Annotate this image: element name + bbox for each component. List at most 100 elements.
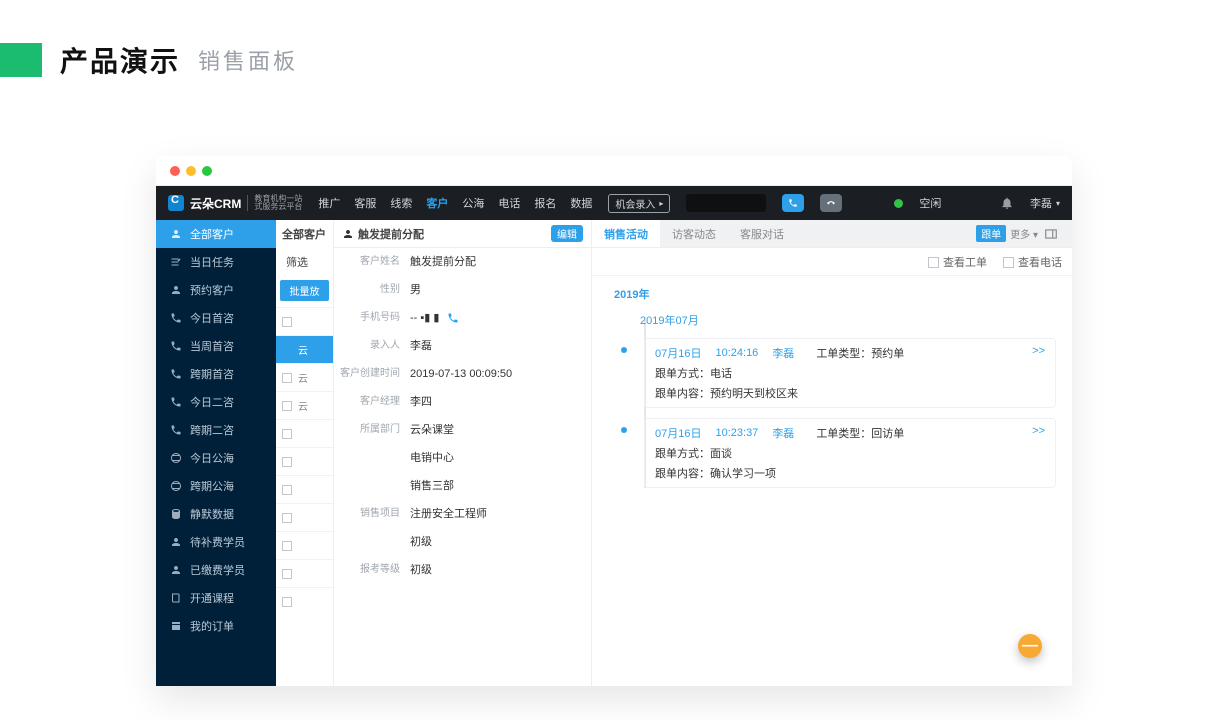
- tab-销售活动[interactable]: 销售活动: [592, 220, 660, 247]
- close-icon[interactable]: [170, 166, 180, 176]
- nav-item-推广[interactable]: 推广: [318, 195, 340, 211]
- sidebar-item-已缴费学员[interactable]: 已缴费学员: [156, 556, 276, 584]
- entry-row: 跟单内容：确认学习一项: [655, 465, 1045, 481]
- sidebar-item-label: 开通课程: [190, 590, 234, 606]
- checkbox[interactable]: [282, 457, 292, 467]
- nav-item-数据[interactable]: 数据: [570, 195, 592, 211]
- filter-查看工单[interactable]: 查看工单: [928, 254, 987, 270]
- sidebar-item-今日公海[interactable]: 今日公海: [156, 444, 276, 472]
- phone-icon: [170, 396, 182, 408]
- sidebar-item-开通课程[interactable]: 开通课程: [156, 584, 276, 612]
- checkbox[interactable]: [282, 373, 292, 383]
- checkbox[interactable]: [282, 317, 292, 327]
- follow-badge[interactable]: 跟单: [976, 225, 1006, 242]
- list-item[interactable]: [276, 587, 333, 615]
- checkbox[interactable]: [282, 597, 292, 607]
- sidebar-item-今日二咨[interactable]: 今日二咨: [156, 388, 276, 416]
- panel-icon[interactable]: [1044, 227, 1058, 241]
- globe-icon: [170, 480, 182, 492]
- nav-item-客服[interactable]: 客服: [354, 195, 376, 211]
- filter-查看电话[interactable]: 查看电话: [1003, 254, 1062, 270]
- sidebar-item-label: 当日任务: [190, 254, 234, 270]
- list-item[interactable]: [276, 559, 333, 587]
- tab-客服对话[interactable]: 客服对话: [728, 220, 796, 247]
- sidebar-item-跨期二咨[interactable]: 跨期二咨: [156, 416, 276, 444]
- sidebar-item-静默数据[interactable]: 静默数据: [156, 500, 276, 528]
- entry-header: 07月16日10:23:37李磊工单类型：回访单: [655, 425, 1045, 441]
- detail-label: 客户经理: [334, 394, 410, 410]
- checkbox[interactable]: [282, 401, 292, 411]
- maximize-icon[interactable]: [202, 166, 212, 176]
- sidebar-item-label: 跨期二咨: [190, 422, 234, 438]
- checkbox[interactable]: [1003, 257, 1014, 268]
- db-icon: [170, 508, 182, 520]
- tab-访客动态[interactable]: 访客动态: [660, 220, 728, 247]
- checkbox[interactable]: [282, 513, 292, 523]
- timeline-month: 2019年07月: [640, 312, 1056, 328]
- nav-item-报名[interactable]: 报名: [534, 195, 556, 211]
- sidebar-item-跨期公海[interactable]: 跨期公海: [156, 472, 276, 500]
- entry-expand[interactable]: >>: [1032, 345, 1045, 357]
- detail-label: 手机号码: [334, 310, 410, 326]
- nav-item-公海[interactable]: 公海: [462, 195, 484, 211]
- sidebar-item-今日首咨[interactable]: 今日首咨: [156, 304, 276, 332]
- page-title-sub: 销售面板: [198, 44, 298, 76]
- edit-button[interactable]: 编辑: [551, 225, 583, 242]
- page-title-main: 产品演示: [60, 40, 180, 80]
- customer-list-column: 全部客户 筛选 批量放 云云云: [276, 220, 334, 686]
- checkbox[interactable]: [282, 429, 292, 439]
- nav-item-客户[interactable]: 客户: [426, 195, 448, 211]
- sidebar-item-全部客户[interactable]: 全部客户: [156, 220, 276, 248]
- sidebar-item-当日任务[interactable]: 当日任务: [156, 248, 276, 276]
- detail-value: 触发提前分配: [410, 256, 476, 268]
- list-item[interactable]: [276, 419, 333, 447]
- activity-panel: 销售活动访客动态客服对话 跟单 更多 ▾ 查看工单查看电话 2019年 2019…: [592, 220, 1072, 686]
- checkbox[interactable]: [928, 257, 939, 268]
- list-item[interactable]: [276, 503, 333, 531]
- sidebar-item-预约客户[interactable]: 预约客户: [156, 276, 276, 304]
- phone-icon[interactable]: [447, 312, 459, 324]
- sidebar-item-label: 当周首咨: [190, 338, 234, 354]
- entry-type: 工单类型：预约单: [816, 345, 904, 361]
- customer-detail-panel: 触发提前分配 编辑 客户姓名触发提前分配性别男手机号码-- ▪▮ ▮录入人李磊客…: [334, 220, 592, 686]
- detail-value: -- ▪▮ ▮: [410, 312, 439, 324]
- checkbox[interactable]: [282, 345, 292, 355]
- list-item[interactable]: 云: [276, 391, 333, 419]
- list-item[interactable]: 云: [276, 363, 333, 391]
- list-item[interactable]: 云: [276, 335, 333, 363]
- bell-icon[interactable]: [1000, 196, 1014, 210]
- sidebar-item-待补费学员[interactable]: 待补费学员: [156, 528, 276, 556]
- timeline-dot-icon: [621, 427, 627, 433]
- call-button[interactable]: [782, 194, 804, 212]
- minimize-icon[interactable]: [186, 166, 196, 176]
- sidebar-item-我的订单[interactable]: 我的订单: [156, 612, 276, 640]
- detail-row: 客户姓名触发提前分配: [334, 248, 591, 276]
- list-item[interactable]: [276, 307, 333, 335]
- nav-item-线索[interactable]: 线索: [390, 195, 412, 211]
- list-item[interactable]: [276, 531, 333, 559]
- nav-item-电话[interactable]: 电话: [498, 195, 520, 211]
- entry-expand[interactable]: >>: [1032, 425, 1045, 437]
- search-input[interactable]: [686, 194, 766, 212]
- checkbox[interactable]: [282, 541, 292, 551]
- accent-block: [0, 43, 42, 77]
- user-icon: [170, 564, 182, 576]
- list-item[interactable]: [276, 475, 333, 503]
- sidebar-item-当周首咨[interactable]: 当周首咨: [156, 332, 276, 360]
- detail-value: 云朵课堂: [410, 424, 454, 436]
- sidebar-item-跨期首咨[interactable]: 跨期首咨: [156, 360, 276, 388]
- floating-action-button[interactable]: —: [1018, 634, 1042, 658]
- user-menu[interactable]: 李磊 ▾: [1030, 195, 1060, 211]
- more-menu[interactable]: 更多 ▾: [1010, 226, 1038, 241]
- list-item[interactable]: [276, 447, 333, 475]
- opportunity-record-button[interactable]: 机会录入: [608, 194, 670, 213]
- sidebar: 全部客户当日任务预约客户今日首咨当周首咨跨期首咨今日二咨跨期二咨今日公海跨期公海…: [156, 220, 276, 686]
- checkbox[interactable]: [282, 485, 292, 495]
- entry-row: 跟单方式：面谈: [655, 445, 1045, 461]
- detail-value: 初级: [410, 536, 432, 548]
- hangup-button[interactable]: [820, 194, 842, 212]
- customer-list-header: 全部客户: [276, 220, 333, 248]
- user-icon: [170, 228, 182, 240]
- checkbox[interactable]: [282, 569, 292, 579]
- batch-release-button[interactable]: 批量放: [280, 280, 329, 301]
